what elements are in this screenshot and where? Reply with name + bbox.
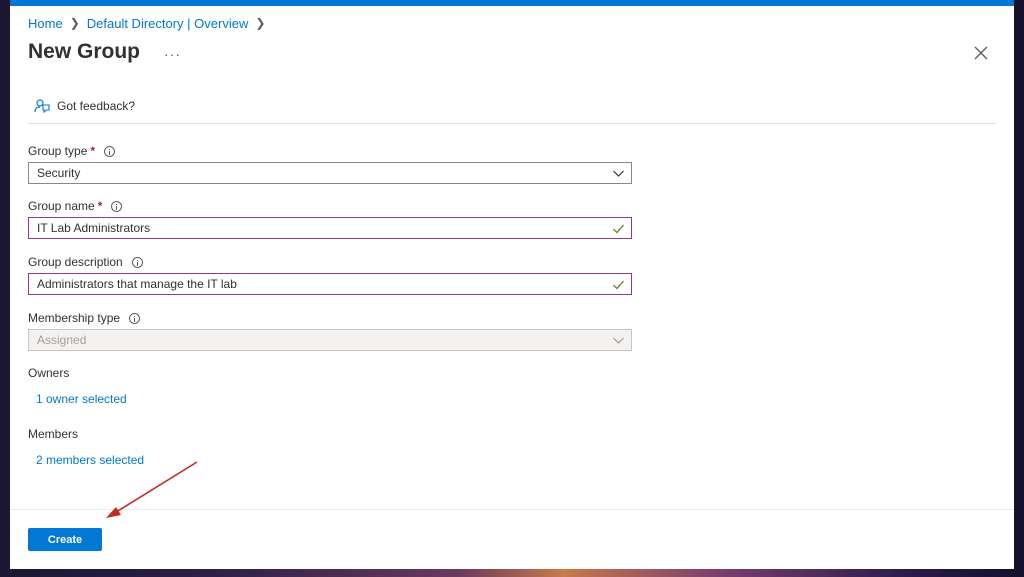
membership-type-dropdown: Assigned <box>28 329 632 351</box>
breadcrumb-home[interactable]: Home <box>28 16 63 31</box>
checkmark-icon <box>613 280 624 290</box>
chevron-down-icon <box>613 337 624 344</box>
page-title: New Group <box>28 40 141 63</box>
required-marker: * <box>97 199 103 213</box>
chevron-right-icon: ❯ <box>69 16 80 30</box>
ellipsis-icon[interactable]: ··· <box>164 46 181 62</box>
group-description-input[interactable]: Administrators that manage the IT lab <box>28 273 632 295</box>
feedback-button[interactable]: Got feedback? <box>34 98 135 114</box>
owners-label: Owners <box>28 366 70 380</box>
breadcrumb: Home ❯ Default Directory | Overview ❯ <box>28 15 272 31</box>
membership-type-value: Assigned <box>37 333 87 347</box>
required-marker: * <box>90 144 96 158</box>
group-type-dropdown[interactable]: Security <box>28 162 632 184</box>
feedback-icon <box>34 99 50 114</box>
group-name-label-text: Group name <box>28 199 95 213</box>
header-divider <box>28 123 996 124</box>
info-icon[interactable] <box>111 200 123 212</box>
owners-selected-link[interactable]: 1 owner selected <box>36 392 127 406</box>
group-type-value: Security <box>37 166 81 180</box>
chevron-down-icon <box>613 170 624 177</box>
checkmark-icon <box>613 224 624 234</box>
breadcrumb-directory-overview[interactable]: Default Directory | Overview <box>87 16 249 31</box>
group-type-label: Group type * <box>28 144 116 158</box>
create-button[interactable]: Create <box>28 528 102 551</box>
group-description-label-text: Group description <box>28 255 123 269</box>
group-description-value: Administrators that manage the IT lab <box>37 277 237 291</box>
group-type-label-text: Group type <box>28 144 88 158</box>
close-icon[interactable] <box>972 44 990 62</box>
group-name-value: IT Lab Administrators <box>37 221 151 235</box>
footer-divider <box>10 509 1014 510</box>
group-name-input[interactable]: IT Lab Administrators <box>28 217 632 239</box>
info-icon[interactable] <box>131 256 143 268</box>
info-icon[interactable] <box>104 145 116 157</box>
chevron-right-icon: ❯ <box>255 16 266 30</box>
members-selected-link[interactable]: 2 members selected <box>36 453 144 467</box>
group-name-label: Group name * <box>28 199 123 213</box>
membership-type-label-text: Membership type <box>28 311 121 325</box>
new-group-panel: Home ❯ Default Directory | Overview ❯ Ne… <box>10 6 1014 569</box>
members-label: Members <box>28 427 79 441</box>
membership-type-label: Membership type <box>28 311 141 325</box>
feedback-label: Got feedback? <box>57 99 136 113</box>
group-description-label: Group description <box>28 255 143 269</box>
info-icon[interactable] <box>129 312 141 324</box>
